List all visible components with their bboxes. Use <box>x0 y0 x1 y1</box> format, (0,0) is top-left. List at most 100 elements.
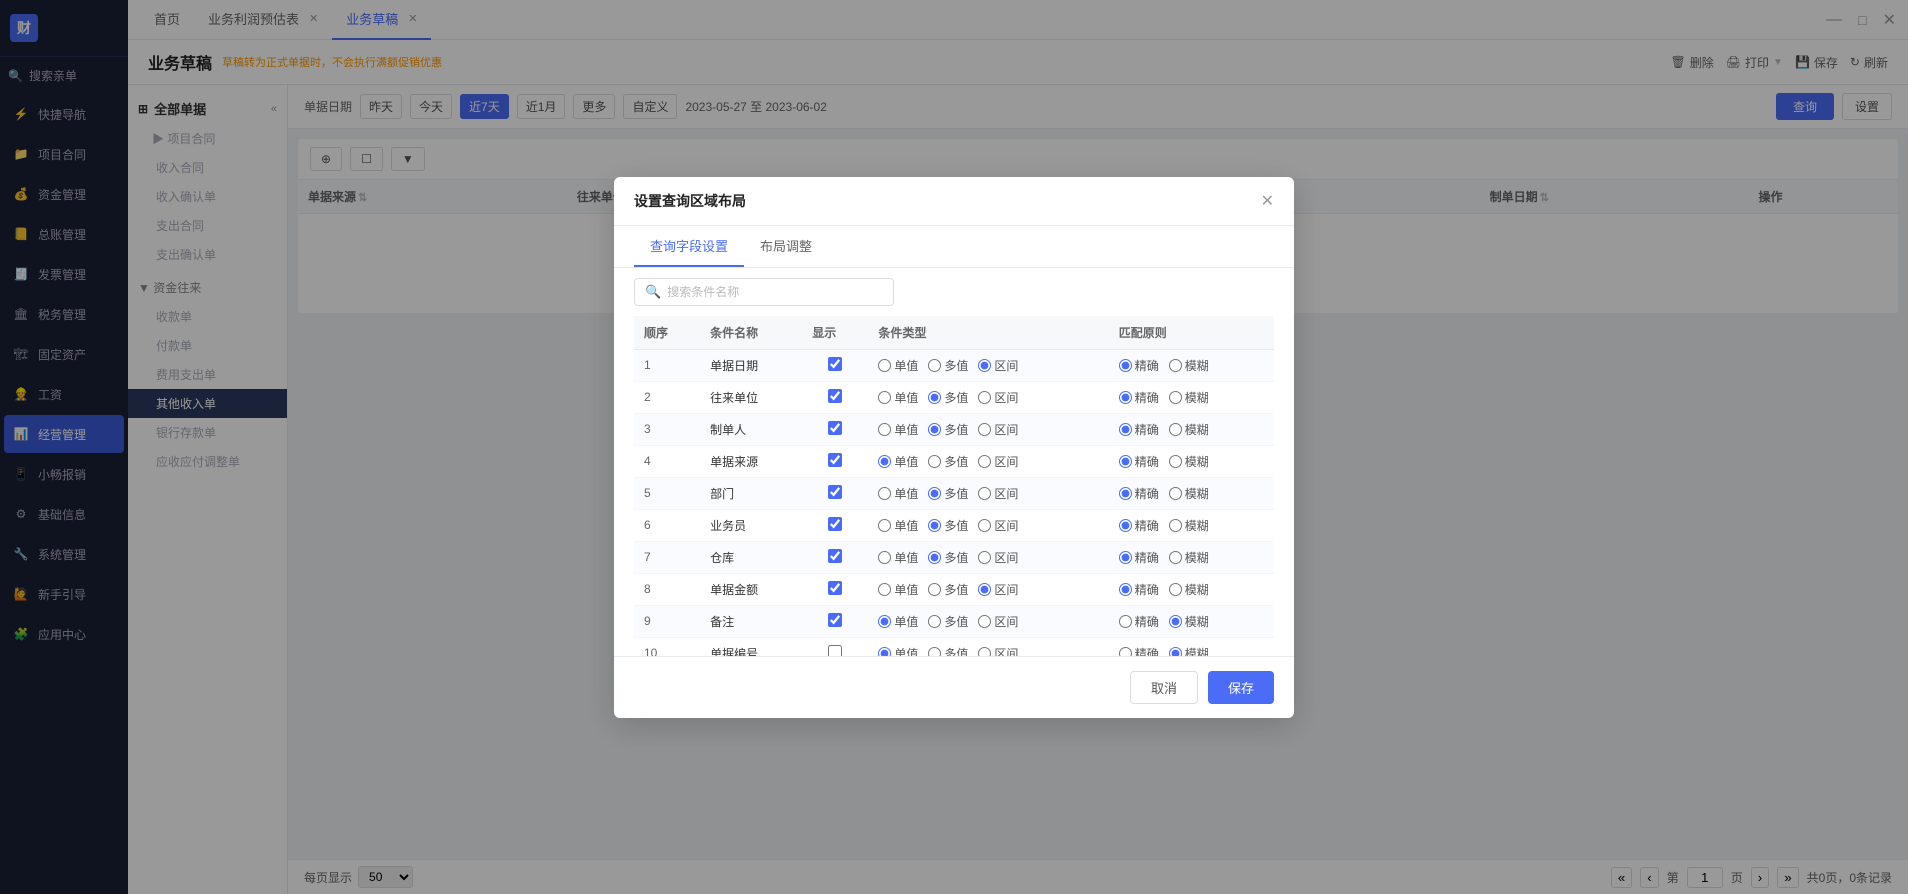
match-fuzzy-radio[interactable] <box>1169 583 1182 596</box>
type-single-radio[interactable] <box>878 583 891 596</box>
type-single-label[interactable]: 单值 <box>878 645 918 656</box>
type-single-radio[interactable] <box>878 487 891 500</box>
type-single-radio[interactable] <box>878 647 891 656</box>
type-single-radio[interactable] <box>878 615 891 628</box>
type-multi-label[interactable]: 多值 <box>928 549 968 566</box>
match-exact-label[interactable]: 精确 <box>1119 517 1159 534</box>
modal-tab-layout-adjust[interactable]: 布局调整 <box>744 226 828 267</box>
row-show[interactable] <box>802 477 868 509</box>
match-fuzzy-label[interactable]: 模糊 <box>1169 485 1209 502</box>
type-multi-radio[interactable] <box>928 615 941 628</box>
modal-tab-field-settings[interactable]: 查询字段设置 <box>634 226 744 267</box>
row-show[interactable] <box>802 509 868 541</box>
match-exact-radio[interactable] <box>1119 455 1132 468</box>
type-range-label[interactable]: 区间 <box>978 421 1018 438</box>
modal-save-button[interactable]: 保存 <box>1208 671 1274 704</box>
type-multi-radio[interactable] <box>928 551 941 564</box>
type-range-radio[interactable] <box>978 551 991 564</box>
type-multi-radio[interactable] <box>928 455 941 468</box>
type-range-radio[interactable] <box>978 519 991 532</box>
match-exact-label[interactable]: 精确 <box>1119 421 1159 438</box>
match-fuzzy-radio[interactable] <box>1169 423 1182 436</box>
type-single-radio[interactable] <box>878 551 891 564</box>
match-fuzzy-label[interactable]: 模糊 <box>1169 453 1209 470</box>
match-fuzzy-label[interactable]: 模糊 <box>1169 549 1209 566</box>
row-show[interactable] <box>802 605 868 637</box>
type-range-label[interactable]: 区间 <box>978 389 1018 406</box>
type-single-label[interactable]: 单值 <box>878 613 918 630</box>
type-multi-radio[interactable] <box>928 519 941 532</box>
match-exact-label[interactable]: 精确 <box>1119 485 1159 502</box>
type-range-radio[interactable] <box>978 359 991 372</box>
modal-cancel-button[interactable]: 取消 <box>1130 671 1198 704</box>
type-range-label[interactable]: 区间 <box>978 549 1018 566</box>
type-range-label[interactable]: 区间 <box>978 613 1018 630</box>
row-show[interactable] <box>802 445 868 477</box>
show-checkbox[interactable] <box>828 613 842 627</box>
type-range-label[interactable]: 区间 <box>978 485 1018 502</box>
row-show[interactable] <box>802 573 868 605</box>
type-multi-label[interactable]: 多值 <box>928 421 968 438</box>
type-range-radio[interactable] <box>978 391 991 404</box>
match-fuzzy-radio[interactable] <box>1169 615 1182 628</box>
type-range-radio[interactable] <box>978 647 991 656</box>
match-fuzzy-radio[interactable] <box>1169 551 1182 564</box>
type-range-radio[interactable] <box>978 615 991 628</box>
type-range-radio[interactable] <box>978 423 991 436</box>
match-fuzzy-radio[interactable] <box>1169 391 1182 404</box>
type-range-label[interactable]: 区间 <box>978 517 1018 534</box>
type-multi-radio[interactable] <box>928 487 941 500</box>
match-exact-radio[interactable] <box>1119 359 1132 372</box>
show-checkbox[interactable] <box>828 549 842 563</box>
match-exact-label[interactable]: 精确 <box>1119 581 1159 598</box>
type-single-radio[interactable] <box>878 455 891 468</box>
show-checkbox[interactable] <box>828 485 842 499</box>
match-fuzzy-radio[interactable] <box>1169 487 1182 500</box>
type-multi-radio[interactable] <box>928 359 941 372</box>
match-exact-label[interactable]: 精确 <box>1119 645 1159 656</box>
match-exact-label[interactable]: 精确 <box>1119 453 1159 470</box>
type-range-label[interactable]: 区间 <box>978 357 1018 374</box>
match-fuzzy-radio[interactable] <box>1169 455 1182 468</box>
type-multi-label[interactable]: 多值 <box>928 613 968 630</box>
match-fuzzy-label[interactable]: 模糊 <box>1169 421 1209 438</box>
type-multi-radio[interactable] <box>928 647 941 656</box>
row-show[interactable] <box>802 381 868 413</box>
type-range-label[interactable]: 区间 <box>978 645 1018 656</box>
row-show[interactable] <box>802 413 868 445</box>
match-fuzzy-label[interactable]: 模糊 <box>1169 389 1209 406</box>
type-multi-label[interactable]: 多值 <box>928 485 968 502</box>
type-single-label[interactable]: 单值 <box>878 389 918 406</box>
match-fuzzy-radio[interactable] <box>1169 519 1182 532</box>
match-exact-label[interactable]: 精确 <box>1119 549 1159 566</box>
show-checkbox[interactable] <box>828 517 842 531</box>
show-checkbox[interactable] <box>828 645 842 656</box>
type-multi-label[interactable]: 多值 <box>928 453 968 470</box>
type-single-radio[interactable] <box>878 423 891 436</box>
match-exact-radio[interactable] <box>1119 391 1132 404</box>
match-exact-radio[interactable] <box>1119 519 1132 532</box>
match-exact-radio[interactable] <box>1119 615 1132 628</box>
show-checkbox[interactable] <box>828 421 842 435</box>
match-exact-radio[interactable] <box>1119 551 1132 564</box>
match-exact-radio[interactable] <box>1119 487 1132 500</box>
show-checkbox[interactable] <box>828 581 842 595</box>
match-fuzzy-label[interactable]: 模糊 <box>1169 581 1209 598</box>
match-exact-radio[interactable] <box>1119 647 1132 656</box>
type-multi-label[interactable]: 多值 <box>928 357 968 374</box>
type-single-label[interactable]: 单值 <box>878 453 918 470</box>
type-single-label[interactable]: 单值 <box>878 485 918 502</box>
type-range-label[interactable]: 区间 <box>978 453 1018 470</box>
type-multi-radio[interactable] <box>928 423 941 436</box>
match-fuzzy-radio[interactable] <box>1169 647 1182 656</box>
show-checkbox[interactable] <box>828 357 842 371</box>
match-exact-radio[interactable] <box>1119 583 1132 596</box>
modal-search-input[interactable] <box>667 285 883 299</box>
show-checkbox[interactable] <box>828 453 842 467</box>
type-single-label[interactable]: 单值 <box>878 421 918 438</box>
type-multi-radio[interactable] <box>928 583 941 596</box>
type-range-radio[interactable] <box>978 455 991 468</box>
row-show[interactable] <box>802 349 868 381</box>
match-fuzzy-label[interactable]: 模糊 <box>1169 645 1209 656</box>
type-range-label[interactable]: 区间 <box>978 581 1018 598</box>
